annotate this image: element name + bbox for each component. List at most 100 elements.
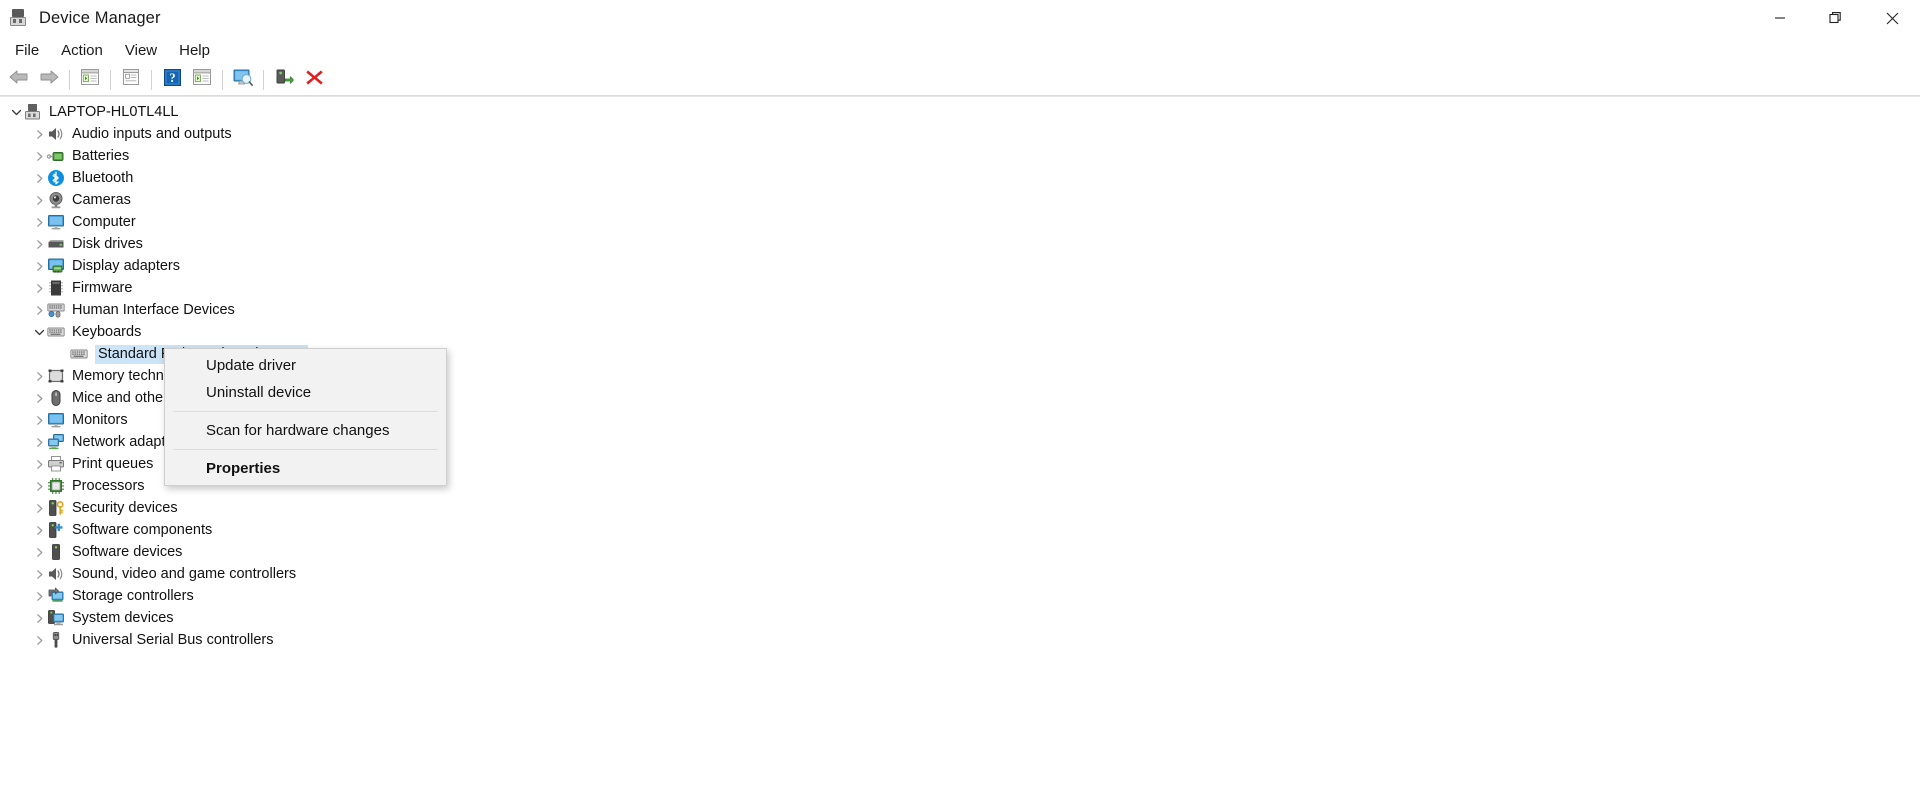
storage-controller-icon: [47, 587, 65, 605]
tree-row[interactable]: Batteries: [0, 145, 1920, 167]
tree-node-label: Audio inputs and outputs: [72, 125, 232, 142]
menu-help[interactable]: Help: [168, 39, 221, 62]
device-manager-window: Device Manager File Action View Help ? L…: [0, 0, 1920, 806]
chevron-right-icon[interactable]: [31, 211, 47, 233]
chevron-right-icon[interactable]: [31, 585, 47, 607]
tree-node-label: Computer: [72, 213, 136, 230]
tree-row[interactable]: Cameras: [0, 189, 1920, 211]
tree-row[interactable]: Audio inputs and outputs: [0, 123, 1920, 145]
menu-action[interactable]: Action: [50, 39, 114, 62]
speaker-icon: [47, 565, 65, 583]
toolbar-separator: [263, 69, 264, 90]
tree-row[interactable]: Security devices: [0, 497, 1920, 519]
chevron-right-icon[interactable]: [31, 299, 47, 321]
camera-icon: [47, 191, 65, 209]
tree-node-label: Human Interface Devices: [72, 301, 235, 318]
display-adapter-icon: [47, 257, 65, 275]
tree-row[interactable]: Human Interface Devices: [0, 299, 1920, 321]
chevron-right-icon[interactable]: [31, 255, 47, 277]
tree-row[interactable]: Storage controllers: [0, 585, 1920, 607]
update-driver-button[interactable]: [187, 67, 217, 93]
svg-text:?: ?: [169, 71, 175, 85]
toolbar-separator: [69, 69, 70, 90]
title-bar: Device Manager: [0, 0, 1920, 36]
chevron-right-icon[interactable]: [31, 365, 47, 387]
context-menu-update-driver[interactable]: Update driver: [165, 352, 446, 379]
speaker-icon: [47, 125, 65, 143]
context-menu-properties[interactable]: Properties: [165, 455, 446, 482]
update-driver-icon: [192, 68, 212, 91]
context-menu-uninstall-device[interactable]: Uninstall device: [165, 379, 446, 406]
tree-row[interactable]: Disk drives: [0, 233, 1920, 255]
chevron-right-icon[interactable]: [31, 541, 47, 563]
chevron-right-icon[interactable]: [31, 277, 47, 299]
chevron-right-icon[interactable]: [31, 123, 47, 145]
chevron-right-icon[interactable]: [31, 233, 47, 255]
tree-row[interactable]: Software devices: [0, 541, 1920, 563]
chevron-right-icon[interactable]: [31, 563, 47, 585]
computer-root-icon: [24, 103, 42, 121]
context-menu-separator: [173, 411, 438, 412]
properties-button[interactable]: [116, 67, 146, 93]
minimize-button[interactable]: [1752, 0, 1808, 36]
enable-device-button[interactable]: [269, 67, 299, 93]
forward-arrow-icon: [38, 68, 60, 91]
tree-row[interactable]: System devices: [0, 607, 1920, 629]
forward-button[interactable]: [34, 67, 64, 93]
show-hide-console-tree-button[interactable]: [75, 67, 105, 93]
keyboard-device-icon: [70, 345, 88, 363]
tree-row[interactable]: Sound, video and game controllers: [0, 563, 1920, 585]
tree-row[interactable]: LAPTOP-HL0TL4LL: [0, 101, 1920, 123]
chevron-right-icon[interactable]: [31, 607, 47, 629]
menu-file[interactable]: File: [4, 39, 50, 62]
chevron-right-icon[interactable]: [31, 629, 47, 651]
tree-row[interactable]: Firmware: [0, 277, 1920, 299]
toolbar-separator: [151, 69, 152, 90]
tree-row[interactable]: Software components: [0, 519, 1920, 541]
tree-row[interactable]: Display adapters: [0, 255, 1920, 277]
chevron-down-icon[interactable]: [31, 321, 47, 343]
keyboard-icon: [47, 323, 65, 341]
context-menu-separator: [173, 449, 438, 450]
chevron-right-icon[interactable]: [31, 519, 47, 541]
tree-row[interactable]: Keyboards: [0, 321, 1920, 343]
tree-row[interactable]: Universal Serial Bus controllers: [0, 629, 1920, 651]
chevron-right-icon[interactable]: [31, 453, 47, 475]
close-button[interactable]: [1864, 0, 1920, 36]
chevron-right-icon[interactable]: [31, 189, 47, 211]
mouse-icon: [47, 389, 65, 407]
tree-node-label: Batteries: [72, 147, 130, 164]
software-component-icon: [47, 521, 65, 539]
chevron-down-icon[interactable]: [8, 101, 24, 123]
context-menu[interactable]: Update driver Uninstall device Scan for …: [164, 348, 447, 486]
scan-hardware-changes-button[interactable]: [228, 67, 258, 93]
context-menu-scan-hardware-changes[interactable]: Scan for hardware changes: [165, 417, 446, 444]
battery-icon: [47, 147, 65, 165]
tree-node-label: Print queues: [72, 455, 154, 472]
menu-view[interactable]: View: [114, 39, 168, 62]
chevron-right-icon[interactable]: [31, 431, 47, 453]
device-manager-icon: [10, 8, 30, 28]
printer-icon: [47, 455, 65, 473]
tree-row[interactable]: Bluetooth: [0, 167, 1920, 189]
tree-node-label: Universal Serial Bus controllers: [72, 631, 274, 648]
chevron-right-icon[interactable]: [31, 497, 47, 519]
chevron-right-icon[interactable]: [31, 145, 47, 167]
back-button[interactable]: [4, 67, 34, 93]
tree-node-label: Storage controllers: [72, 587, 194, 604]
chevron-right-icon[interactable]: [31, 387, 47, 409]
firmware-chip-icon: [47, 279, 65, 297]
help-button[interactable]: ?: [157, 67, 187, 93]
tree-node-label: Software components: [72, 521, 213, 538]
chevron-right-icon[interactable]: [31, 475, 47, 497]
tree-node-label: Firmware: [72, 279, 133, 296]
chevron-right-icon[interactable]: [31, 409, 47, 431]
tree-row[interactable]: Computer: [0, 211, 1920, 233]
uninstall-device-button[interactable]: [299, 67, 329, 93]
device-tree[interactable]: LAPTOP-HL0TL4LL Audio inputs and outputs: [0, 96, 1920, 806]
chevron-right-icon[interactable]: [31, 167, 47, 189]
maximize-button[interactable]: [1808, 0, 1864, 36]
hid-keyboard-icon: [47, 301, 65, 319]
console-tree-icon: [80, 68, 100, 91]
tree-root-label: LAPTOP-HL0TL4LL: [49, 103, 179, 120]
